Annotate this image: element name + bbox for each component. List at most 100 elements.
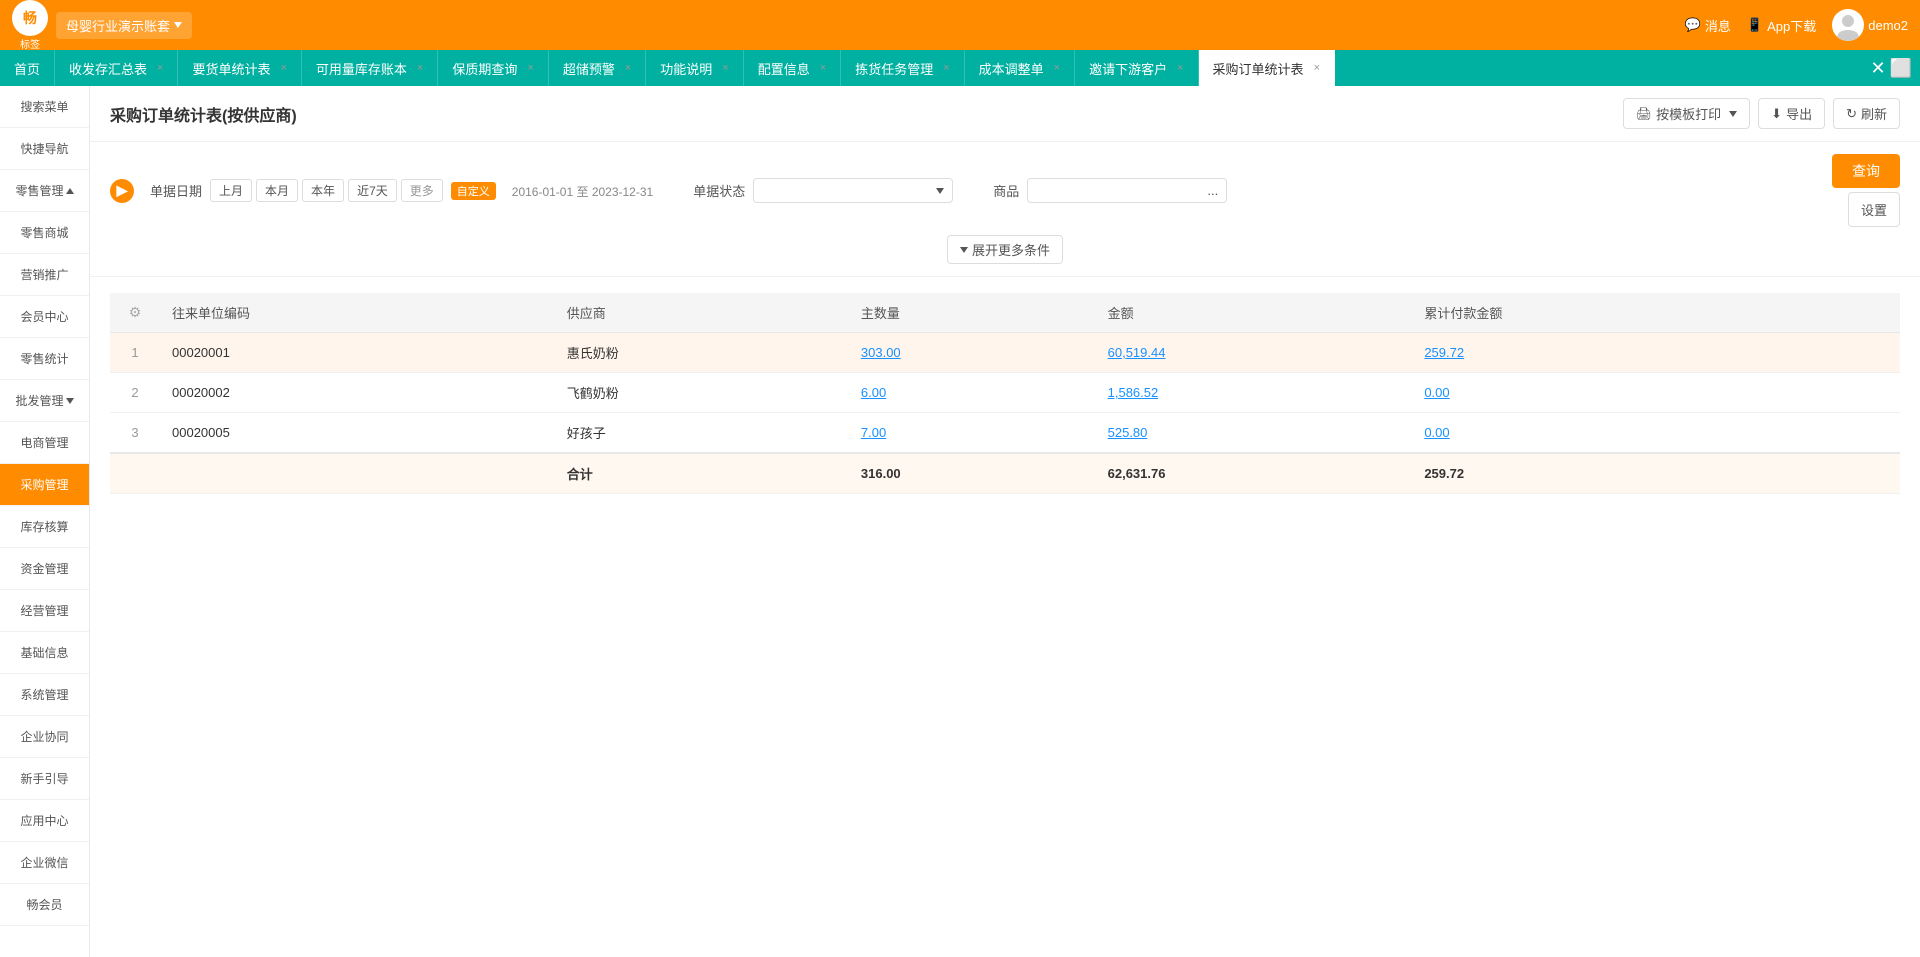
sidebar-item-enterprise-wechat[interactable]: 企业微信 <box>0 842 89 884</box>
tab-warranty-query[interactable]: 保质期查询 × <box>438 50 548 86</box>
sidebar-item-ecommerce[interactable]: 电商管理 <box>0 422 89 464</box>
row-amount-2: 1,586.52 <box>1096 373 1413 413</box>
row-qty-link-3[interactable]: 7.00 <box>861 425 886 440</box>
col-header-settings: ⚙ <box>110 293 160 333</box>
date-this-month[interactable]: 本月 <box>256 179 298 202</box>
table-body: 1 00020001 惠氏奶粉 303.00 60,519.44 259.72 … <box>110 333 1900 454</box>
tab-picking-tasks-close[interactable]: × <box>943 62 949 74</box>
row-paid-link-1[interactable]: 259.72 <box>1424 345 1464 360</box>
row-code-2: 00020002 <box>160 373 555 413</box>
sidebar-item-new-guide[interactable]: 新手引导 <box>0 758 89 800</box>
export-label: 导出 <box>1786 104 1812 123</box>
sidebar-item-system[interactable]: 系统管理 <box>0 674 89 716</box>
tab-purchase-order-stats-close[interactable]: × <box>1314 62 1320 74</box>
date-last-month[interactable]: 上月 <box>210 179 252 202</box>
app-download-btn[interactable]: 📱 App下载 <box>1747 16 1816 35</box>
tab-receive-summary-close[interactable]: × <box>157 62 163 74</box>
query-button[interactable]: 查询 <box>1832 154 1900 188</box>
tab-function-desc-label: 功能说明 <box>660 59 712 78</box>
tab-picking-tasks-label: 拣货任务管理 <box>855 59 933 78</box>
goods-select[interactable]: ... <box>1027 178 1227 203</box>
sidebar-item-purchase[interactable]: 采购管理 <box>0 464 89 506</box>
date-this-year[interactable]: 本年 <box>302 179 344 202</box>
tab-order-stats-close[interactable]: × <box>280 62 286 74</box>
goods-ellipsis: ... <box>1207 183 1218 198</box>
sidebar-finance-label: 资金管理 <box>20 562 68 576</box>
sidebar-basic-info-label: 基础信息 <box>20 646 68 660</box>
tab-overstock-warning-close[interactable]: × <box>625 62 631 74</box>
sidebar-item-marketing[interactable]: 营销推广 <box>0 254 89 296</box>
sidebar-item-member-card[interactable]: 畅会员 <box>0 884 89 926</box>
goods-select-value <box>1036 183 1040 198</box>
workspace-selector[interactable]: 母婴行业演示账套 <box>56 12 192 39</box>
footer-qty: 316.00 <box>849 453 1096 494</box>
sidebar-item-operation[interactable]: 经营管理 <box>0 590 89 632</box>
col-settings-icon[interactable]: ⚙ <box>129 304 142 320</box>
sidebar-wholesale-label: 批发管理 <box>15 392 63 409</box>
avatar <box>1832 9 1864 41</box>
sidebar-item-retail[interactable]: 零售管理 <box>0 170 89 212</box>
sidebar-item-retail-stats[interactable]: 零售统计 <box>0 338 89 380</box>
row-paid-link-2[interactable]: 0.00 <box>1424 385 1449 400</box>
tab-config-info[interactable]: 配置信息 × <box>744 50 841 86</box>
sidebar-item-basic-info[interactable]: 基础信息 <box>0 632 89 674</box>
print-button[interactable]: 🖨 按模板打印 <box>1623 98 1751 129</box>
tab-receive-summary[interactable]: 收发存汇总表 × <box>55 50 178 86</box>
tab-inventory-account-close[interactable]: × <box>417 62 423 74</box>
tab-function-desc[interactable]: 功能说明 × <box>646 50 743 86</box>
sidebar-wholesale-inner: 批发管理 <box>0 392 89 409</box>
tab-cost-adjust-close[interactable]: × <box>1054 62 1060 74</box>
logo-text: 标签 <box>20 36 40 51</box>
row-amount-link-1[interactable]: 60,519.44 <box>1108 345 1166 360</box>
sidebar-item-search[interactable]: 搜索菜单 <box>0 86 89 128</box>
sidebar-item-enterprise-collab[interactable]: 企业协同 <box>0 716 89 758</box>
sidebar-item-finance[interactable]: 资金管理 <box>0 548 89 590</box>
tabs-maximize-icon[interactable]: ⬜ <box>1890 59 1912 77</box>
tab-overstock-warning[interactable]: 超储预警 × <box>549 50 646 86</box>
row-supplier-1: 惠氏奶粉 <box>555 333 849 373</box>
tab-cost-adjust[interactable]: 成本调整单 × <box>965 50 1075 86</box>
date-badge[interactable]: 自定义 <box>451 182 496 200</box>
refresh-button[interactable]: ↻ 刷新 <box>1833 98 1900 129</box>
sidebar-item-quick-nav[interactable]: 快捷导航 <box>0 128 89 170</box>
tab-function-desc-close[interactable]: × <box>722 62 728 74</box>
tab-order-stats[interactable]: 要货单统计表 × <box>178 50 301 86</box>
sidebar-item-retail-shop[interactable]: 零售商城 <box>0 212 89 254</box>
tab-invite-downstream[interactable]: 邀请下游客户 × <box>1075 50 1198 86</box>
row-extra-2 <box>1807 373 1900 413</box>
message-btn[interactable]: 💬 消息 <box>1685 16 1731 35</box>
status-select[interactable] <box>753 178 953 203</box>
sidebar-item-members[interactable]: 会员中心 <box>0 296 89 338</box>
main-layout: 搜索菜单 快捷导航 零售管理 零售商城 营销推广 会员中心 零售统计 批发管理 <box>0 86 1920 957</box>
date-more[interactable]: 更多 <box>401 179 443 202</box>
row-qty-link-1[interactable]: 303.00 <box>861 345 901 360</box>
print-icon: 🖨 <box>1636 106 1653 122</box>
row-amount-link-2[interactable]: 1,586.52 <box>1108 385 1159 400</box>
row-paid-link-3[interactable]: 0.00 <box>1424 425 1449 440</box>
filter-collapse-btn[interactable]: ▶ <box>110 179 134 203</box>
settings-button[interactable]: 设置 <box>1848 192 1900 227</box>
top-bar: 畅 标签 母婴行业演示账套 💬 消息 📱 App下载 demo2 <box>0 0 1920 50</box>
tab-config-info-close[interactable]: × <box>820 62 826 74</box>
tab-home[interactable]: 首页 <box>0 50 55 86</box>
date-range-wrapper: 2016-01-01 至 2023-12-31 <box>512 181 653 200</box>
tab-inventory-account-label: 可用量库存账本 <box>316 59 407 78</box>
tab-picking-tasks[interactable]: 拣货任务管理 × <box>841 50 964 86</box>
tab-inventory-account[interactable]: 可用量库存账本 × <box>302 50 438 86</box>
row-qty-link-2[interactable]: 6.00 <box>861 385 886 400</box>
sidebar-item-inventory[interactable]: 库存核算 <box>0 506 89 548</box>
row-code-1: 00020001 <box>160 333 555 373</box>
tab-purchase-order-stats[interactable]: 采购订单统计表 × <box>1199 50 1335 86</box>
row-amount-link-3[interactable]: 525.80 <box>1108 425 1148 440</box>
date-7days[interactable]: 近7天 <box>348 179 397 202</box>
page-header-actions: 🖨 按模板打印 ⬇ 导出 ↻ 刷新 <box>1623 98 1900 129</box>
tab-warranty-query-close[interactable]: × <box>527 62 533 74</box>
sidebar-retail-stats-label: 零售统计 <box>20 352 68 366</box>
export-button[interactable]: ⬇ 导出 <box>1758 98 1825 129</box>
sidebar-item-wholesale[interactable]: 批发管理 <box>0 380 89 422</box>
tab-invite-downstream-close[interactable]: × <box>1177 62 1183 74</box>
sidebar-item-app-center[interactable]: 应用中心 <box>0 800 89 842</box>
tabs-close-icon[interactable]: ✕ <box>1870 59 1885 77</box>
user-area[interactable]: demo2 <box>1832 9 1908 41</box>
expand-more-button[interactable]: 展开更多条件 <box>947 235 1063 264</box>
